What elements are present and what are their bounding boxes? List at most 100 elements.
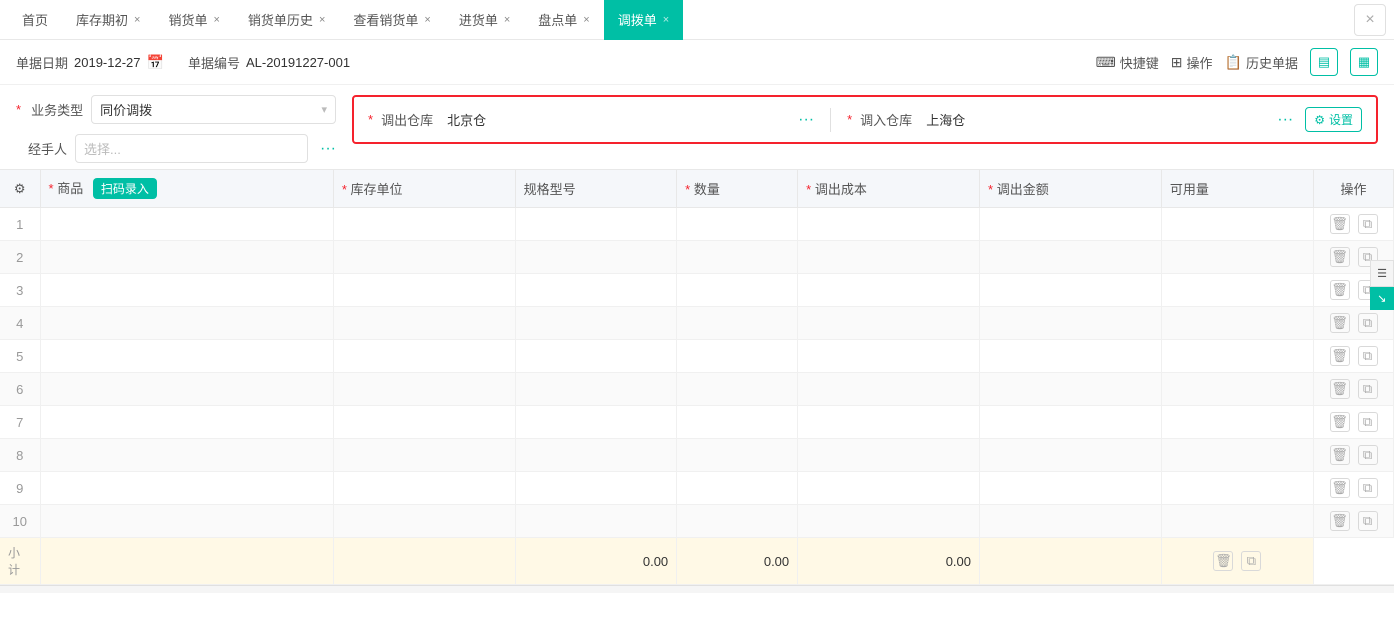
delete-icon[interactable]: 🗑 (1330, 379, 1350, 399)
unit-cell[interactable] (333, 472, 515, 505)
tab-inventory-init[interactable]: 库存期初 × (62, 0, 154, 40)
tab-inventory-check[interactable]: 盘点单 × (524, 0, 603, 40)
horizontal-scrollbar[interactable] (0, 585, 1394, 593)
tab-close-icon[interactable]: × (424, 14, 430, 26)
spec-cell[interactable] (515, 472, 677, 505)
shortcuts-button[interactable]: ⌨ 快捷键 (1096, 53, 1159, 72)
transfer-cost-cell[interactable] (798, 241, 980, 274)
transfer-amount-cell[interactable] (980, 406, 1162, 439)
qty-cell[interactable] (677, 307, 798, 340)
tab-close-icon[interactable]: × (663, 14, 669, 26)
delete-icon[interactable]: 🗑 (1330, 247, 1350, 267)
handler-select[interactable]: 选择... (75, 134, 308, 163)
product-cell[interactable] (40, 241, 333, 274)
transfer-amount-cell[interactable] (980, 505, 1162, 538)
transfer-amount-cell[interactable] (980, 307, 1162, 340)
tab-sales-history[interactable]: 销货单历史 × (234, 0, 339, 40)
unit-cell[interactable] (333, 439, 515, 472)
copy-icon[interactable]: ⧉ (1358, 478, 1378, 498)
unit-cell[interactable] (333, 505, 515, 538)
qty-cell[interactable] (677, 241, 798, 274)
delete-icon[interactable]: 🗑 (1330, 280, 1350, 300)
unit-cell[interactable] (333, 340, 515, 373)
delete-icon[interactable]: 🗑 (1330, 412, 1350, 432)
copy-icon[interactable]: ⧉ (1358, 214, 1378, 234)
unit-cell[interactable] (333, 274, 515, 307)
qty-cell[interactable] (677, 472, 798, 505)
out-warehouse-more-icon[interactable]: ··· (798, 111, 814, 129)
product-cell[interactable] (40, 340, 333, 373)
copy-icon[interactable]: ⧉ (1358, 379, 1378, 399)
product-cell[interactable] (40, 208, 333, 241)
transfer-amount-cell[interactable] (980, 241, 1162, 274)
product-cell[interactable] (40, 274, 333, 307)
tab-purchase-order[interactable]: 进货单 × (445, 0, 524, 40)
delete-icon[interactable]: 🗑 (1330, 478, 1350, 498)
tab-transfer-order[interactable]: 调拨单 × (604, 0, 683, 40)
settings-button[interactable]: ⚙ 设置 (1305, 107, 1362, 132)
spec-cell[interactable] (515, 241, 677, 274)
col-settings[interactable]: ⚙ (0, 170, 40, 208)
unit-cell[interactable] (333, 406, 515, 439)
delete-icon[interactable]: 🗑 (1330, 511, 1350, 531)
qty-cell[interactable] (677, 505, 798, 538)
transfer-amount-cell[interactable] (980, 274, 1162, 307)
delete-icon[interactable]: 🗑 (1213, 551, 1233, 571)
spec-cell[interactable] (515, 439, 677, 472)
tab-close-icon[interactable]: × (504, 14, 510, 26)
transfer-amount-cell[interactable] (980, 472, 1162, 505)
qty-cell[interactable] (677, 274, 798, 307)
transfer-cost-cell[interactable] (798, 373, 980, 406)
layout-list-button[interactable]: ▤ (1310, 48, 1338, 76)
transfer-cost-cell[interactable] (798, 406, 980, 439)
qty-cell[interactable] (677, 340, 798, 373)
transfer-amount-cell[interactable] (980, 340, 1162, 373)
delete-icon[interactable]: 🗑 (1330, 214, 1350, 234)
spec-cell[interactable] (515, 505, 677, 538)
tab-close-icon[interactable]: × (134, 14, 140, 26)
product-cell[interactable] (40, 505, 333, 538)
qty-cell[interactable] (677, 373, 798, 406)
tab-close-icon[interactable]: × (319, 14, 325, 26)
scan-button[interactable]: 扫码录入 (93, 178, 157, 199)
tab-view-sales[interactable]: 查看销货单 × (339, 0, 444, 40)
product-cell[interactable] (40, 439, 333, 472)
delete-icon[interactable]: 🗑 (1330, 346, 1350, 366)
transfer-cost-cell[interactable] (798, 505, 980, 538)
qty-cell[interactable] (677, 406, 798, 439)
close-all-button[interactable]: × (1354, 4, 1386, 36)
spec-cell[interactable] (515, 307, 677, 340)
product-cell[interactable] (40, 307, 333, 340)
spec-cell[interactable] (515, 274, 677, 307)
tab-sales-order[interactable]: 销货单 × (154, 0, 233, 40)
spec-cell[interactable] (515, 373, 677, 406)
transfer-cost-cell[interactable] (798, 439, 980, 472)
transfer-amount-cell[interactable] (980, 208, 1162, 241)
calendar-icon[interactable]: 📅 (147, 54, 164, 71)
transfer-cost-cell[interactable] (798, 340, 980, 373)
unit-cell[interactable] (333, 241, 515, 274)
copy-icon[interactable]: ⧉ (1358, 445, 1378, 465)
spec-cell[interactable] (515, 340, 677, 373)
copy-icon[interactable]: ⧉ (1241, 551, 1261, 571)
transfer-amount-cell[interactable] (980, 439, 1162, 472)
transfer-cost-cell[interactable] (798, 472, 980, 505)
qty-cell[interactable] (677, 208, 798, 241)
qty-cell[interactable] (677, 439, 798, 472)
product-cell[interactable] (40, 406, 333, 439)
transfer-cost-cell[interactable] (798, 208, 980, 241)
tab-home[interactable]: 首页 (8, 0, 62, 40)
delete-icon[interactable]: 🗑 (1330, 313, 1350, 333)
transfer-amount-cell[interactable] (980, 373, 1162, 406)
copy-icon[interactable]: ⧉ (1358, 511, 1378, 531)
unit-cell[interactable] (333, 208, 515, 241)
copy-icon[interactable]: ⧉ (1358, 346, 1378, 366)
tab-close-icon[interactable]: × (583, 14, 589, 26)
in-warehouse-more-icon[interactable]: ··· (1277, 111, 1293, 129)
delete-icon[interactable]: 🗑 (1330, 445, 1350, 465)
copy-icon[interactable]: ⧉ (1358, 313, 1378, 333)
history-button[interactable]: 📋 历史单据 (1225, 53, 1298, 72)
unit-cell[interactable] (333, 307, 515, 340)
product-cell[interactable] (40, 373, 333, 406)
tab-close-icon[interactable]: × (213, 14, 219, 26)
